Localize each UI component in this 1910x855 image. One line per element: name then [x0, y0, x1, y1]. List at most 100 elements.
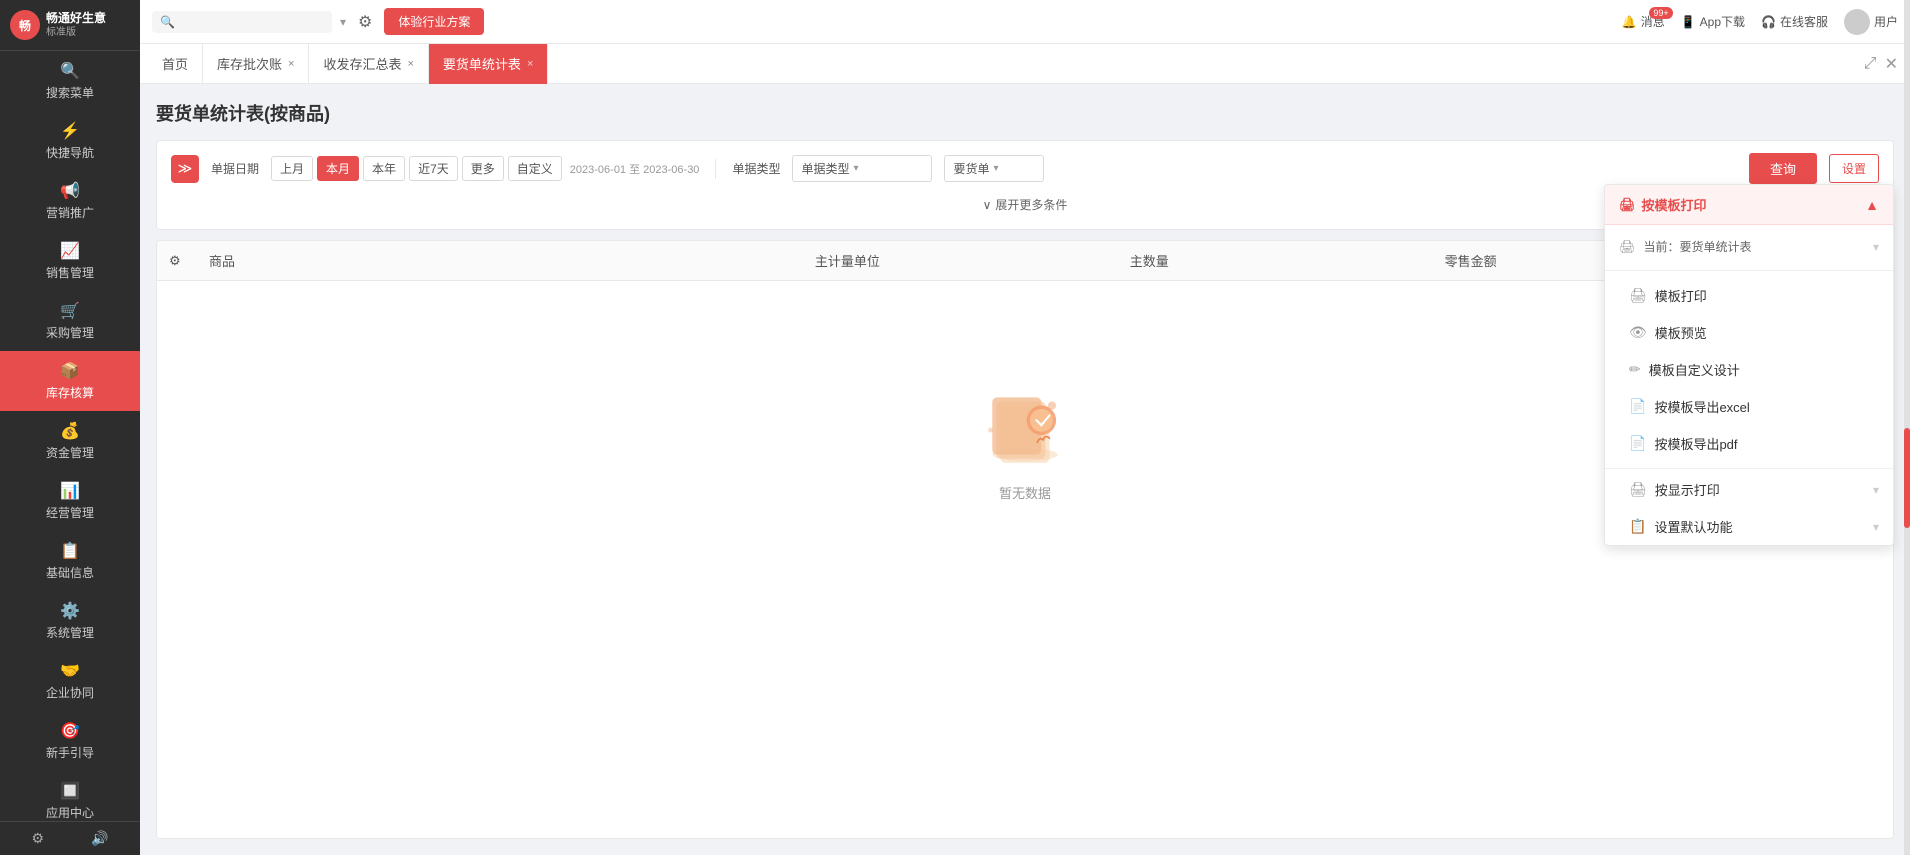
th-qty: 主数量 [1118, 241, 1433, 280]
tab-batch[interactable]: 库存批次账 × [203, 44, 309, 84]
tabs-close-all-icon[interactable]: ✕ [1885, 54, 1898, 74]
display-print-label: 按显示打印 [1655, 480, 1720, 499]
dropdown-template-pdf[interactable]: 📄 按模板导出pdf [1605, 425, 1893, 462]
tab-batch-close[interactable]: × [288, 58, 294, 70]
sidebar-label-sales: 销售管理 [46, 264, 94, 281]
date-btn-prev[interactable]: 上月 [271, 156, 313, 181]
divider-2 [1605, 468, 1893, 469]
avatar-img [1844, 9, 1870, 35]
basic-icon: 📋 [60, 541, 80, 561]
sidebar-item-corp[interactable]: 🤝 企业协同 [0, 651, 140, 711]
order-type-value: 要货单 [953, 160, 989, 177]
dropdown-collapse-icon[interactable]: ▲ [1865, 197, 1879, 213]
sidebar-label-appstore: 应用中心 [46, 804, 94, 821]
sidebar-item-newbie[interactable]: 🎯 新手引导 [0, 711, 140, 771]
th-settings[interactable]: ⚙ [157, 243, 197, 279]
sidebar-label-corp: 企业协同 [46, 684, 94, 701]
tab-collection[interactable]: 收发存汇总表 × [309, 44, 428, 84]
filter-expand-btn[interactable]: ≫ [171, 155, 199, 183]
doc-type-label: 单据类型 [732, 160, 780, 177]
date-btn-current[interactable]: 本月 [317, 156, 359, 181]
dropdown-template-design[interactable]: ✏ 模板自定义设计 [1605, 351, 1893, 388]
sidebar-item-finance[interactable]: 💰 资金管理 [0, 411, 140, 471]
sidebar-item-inventory[interactable]: 📦 库存核算 [0, 351, 140, 411]
sidebar-item-sales[interactable]: 📈 销售管理 [0, 231, 140, 291]
app-logo-icon: 畅 [10, 10, 40, 40]
order-type-select[interactable]: 要货单 ▾ [944, 155, 1044, 182]
dropdown-default-func[interactable]: 📋 设置默认功能 ▾ [1605, 508, 1893, 545]
dropdown-display-print[interactable]: 🖨 按显示打印 ▾ [1605, 471, 1893, 508]
sidebar-sound-btn[interactable]: 🔊 [91, 830, 108, 847]
purchase-icon: 🛒 [60, 301, 80, 321]
sales-icon: 📈 [60, 241, 80, 261]
default-func-label: 设置默认功能 [1654, 517, 1732, 536]
expand-more-btn[interactable]: ∨ 展开更多条件 [971, 192, 1080, 217]
sidebar-item-purchase[interactable]: 🛒 采购管理 [0, 291, 140, 351]
sidebar-label-finance: 资金管理 [46, 444, 94, 461]
inventory-icon: 📦 [60, 361, 80, 381]
default-func-icon: 📋 [1629, 518, 1646, 535]
tab-collection-close[interactable]: × [407, 58, 413, 70]
dropdown-template-excel[interactable]: 📄 按模板导出excel [1605, 388, 1893, 425]
sidebar-item-marketing[interactable]: 📢 营销推广 [0, 171, 140, 231]
sidebar-scroll: 🔍 搜索菜单 ⚡ 快捷导航 📢 营销推广 📈 销售管理 🛒 采购管理 📦 库存核… [0, 51, 140, 821]
system-icon: ⚙️ [60, 601, 80, 621]
dropdown-current-item[interactable]: 🖨 当前：要货单统计表 ▾ [1605, 229, 1893, 264]
tab-order-stat-close[interactable]: × [527, 58, 533, 70]
tab-order-stat[interactable]: 要货单统计表 × [429, 44, 548, 84]
divider-1 [1605, 270, 1893, 271]
doc-type-select[interactable]: 单据类型 ▾ [792, 155, 932, 182]
page-title: 要货单统计表(按商品) [156, 100, 1894, 126]
date-btn-more[interactable]: 更多 [462, 156, 504, 181]
tabs-maximize-icon[interactable]: ⤢ [1864, 55, 1877, 73]
date-btn-custom[interactable]: 自定义 [508, 156, 562, 181]
current-template-chevron: ▾ [1873, 240, 1879, 254]
filter-row: ≫ 单据日期 上月 本月 本年 近7天 更多 自定义 2023-06-01 至 … [171, 153, 1879, 184]
tab-home[interactable]: 首页 [148, 44, 203, 84]
sidebar-settings-btn[interactable]: ⚙ [32, 830, 45, 847]
app-logo-text: 畅通好生意 标准版 [46, 11, 106, 40]
sidebar-item-system[interactable]: ⚙️ 系统管理 [0, 591, 140, 651]
template-print-label: 模板打印 [1655, 286, 1707, 305]
query-button[interactable]: 查询 [1749, 153, 1817, 184]
template-preview-icon: 👁 [1629, 324, 1647, 341]
topbar-search-box[interactable]: 🔍 [152, 11, 332, 33]
topbar-search-input[interactable] [179, 15, 309, 29]
sidebar-item-basic[interactable]: 📋 基础信息 [0, 531, 140, 591]
tab-order-stat-label: 要货单统计表 [443, 54, 521, 73]
newbie-icon: 🎯 [60, 721, 80, 741]
notifications-badge: 99+ [1649, 7, 1672, 19]
dropdown-template-preview[interactable]: 👁 模板预览 [1605, 314, 1893, 351]
user-avatar[interactable]: 用户 [1844, 9, 1898, 35]
customer-service-btn[interactable]: 🎧 在线客服 [1761, 13, 1828, 30]
app-version: 标准版 [46, 26, 106, 39]
expand-more-label: 展开更多条件 [995, 196, 1067, 213]
right-scrollbar[interactable] [1904, 0, 1910, 855]
topbar-dropdown-chevron[interactable]: ▾ [340, 15, 346, 29]
topbar-gear-icon[interactable]: ⚙ [358, 12, 372, 32]
dropdown-template-print[interactable]: 🖨 模板打印 [1605, 277, 1893, 314]
date-options: 上月 本月 本年 近7天 更多 自定义 2023-06-01 至 2023-06… [271, 156, 699, 181]
template-excel-icon: 📄 [1629, 398, 1646, 415]
template-design-label: 模板自定义设计 [1649, 360, 1740, 379]
notifications-btn[interactable]: 🔔 消息 99+ [1622, 13, 1665, 30]
trial-button[interactable]: 体验行业方案 [384, 8, 484, 35]
sidebar-label-search: 搜索菜单 [46, 84, 94, 101]
date-btn-week7[interactable]: 近7天 [409, 156, 458, 181]
app-download-btn[interactable]: 📱 App下载 [1681, 13, 1745, 30]
app-name: 畅通好生意 [46, 11, 106, 27]
settings-button[interactable]: 设置 [1829, 154, 1879, 183]
sidebar-item-appstore[interactable]: 🔲 应用中心 [0, 771, 140, 821]
finance-icon: 💰 [60, 421, 80, 441]
main-area: 🔍 ▾ ⚙ 体验行业方案 🔔 消息 99+ 📱 App下载 🎧 在线客服 用户 [140, 0, 1910, 855]
date-btn-year[interactable]: 本年 [363, 156, 405, 181]
sidebar-item-quick[interactable]: ⚡ 快捷导航 [0, 111, 140, 171]
appstore-icon: 🔲 [60, 781, 80, 801]
current-template-label: 当前：要货单统计表 [1644, 238, 1752, 255]
tab-home-label: 首页 [162, 54, 188, 73]
th-unit: 主计量单位 [803, 241, 1118, 280]
dropdown-items-section: 🖨 模板打印 👁 模板预览 ✏ 模板自定义设计 📄 按模板导出excel 📄 [1605, 273, 1893, 466]
sidebar-item-search[interactable]: 🔍 搜索菜单 [0, 51, 140, 111]
sidebar-label-purchase: 采购管理 [46, 324, 94, 341]
sidebar-item-operation[interactable]: 📊 经营管理 [0, 471, 140, 531]
